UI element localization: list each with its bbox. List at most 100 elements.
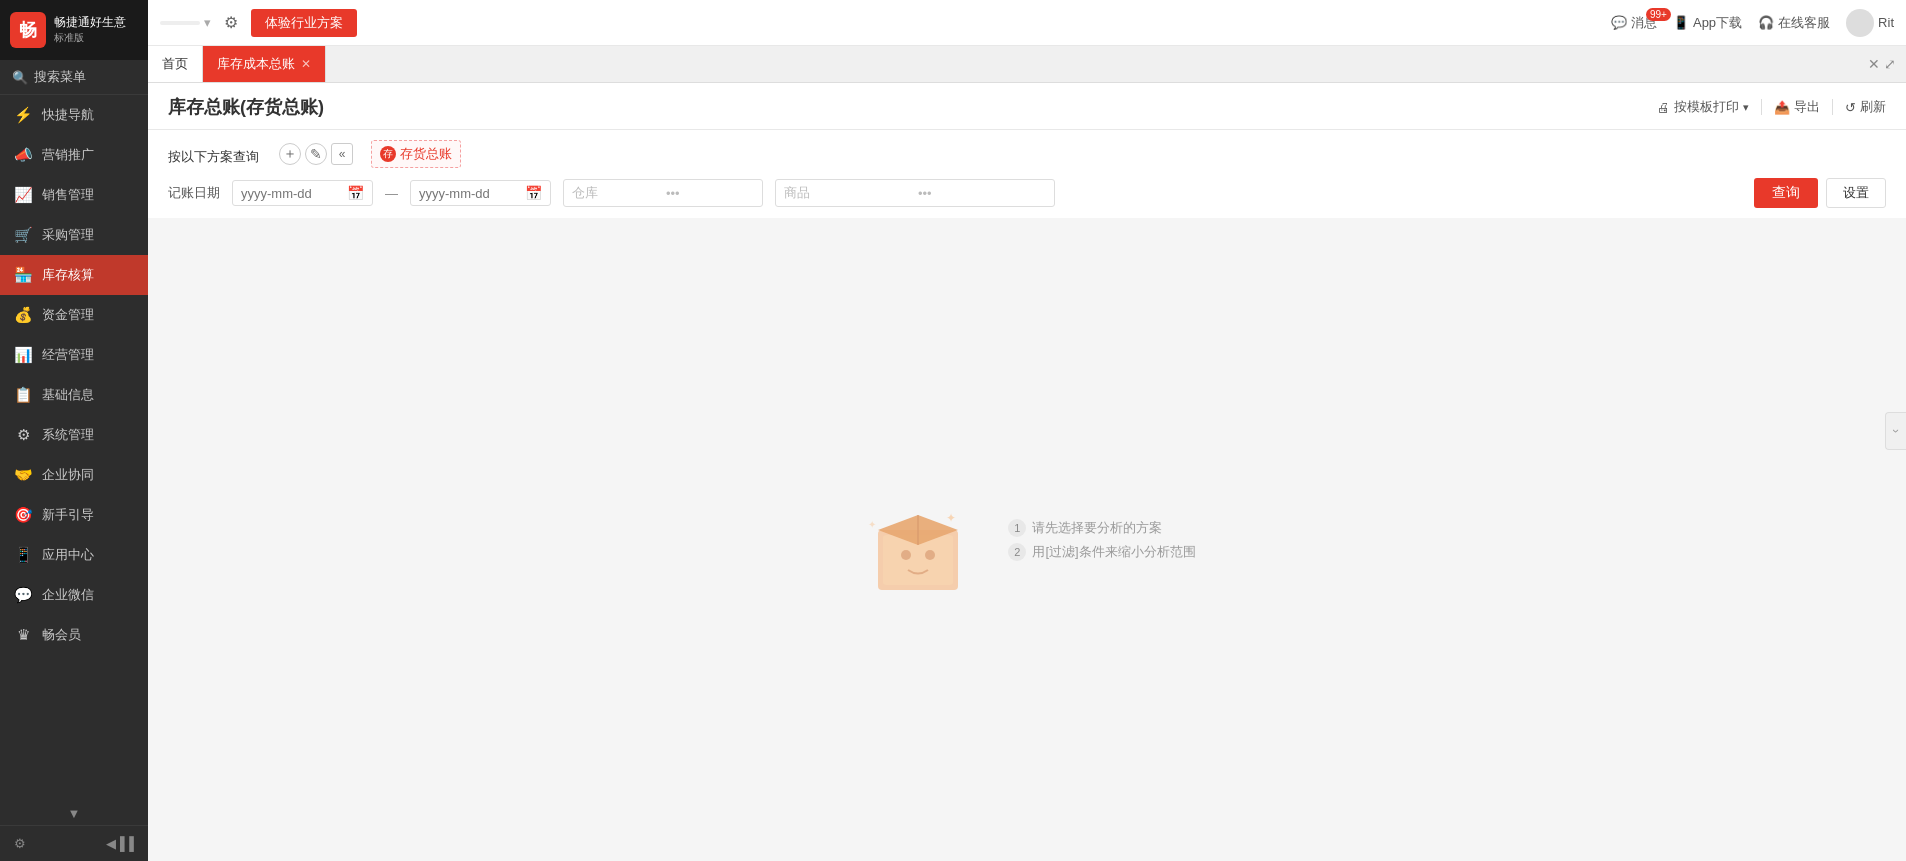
date-end-input[interactable]: 📅 xyxy=(410,180,551,206)
date-field-label: 记账日期 xyxy=(168,184,220,202)
product-select[interactable]: 商品 ••• xyxy=(775,179,1055,207)
scheme-item[interactable]: 存 存货总账 xyxy=(371,140,461,168)
nav-label: 经营管理 xyxy=(42,346,94,364)
sidebar-item-system[interactable]: ⚙ 系统管理 xyxy=(0,415,148,455)
quick-nav-icon: ⚡ xyxy=(14,106,32,124)
sidebar-item-finance[interactable]: 💰 资金管理 xyxy=(0,295,148,335)
sidebar-item-quick-nav[interactable]: ⚡ 快捷导航 xyxy=(0,95,148,135)
svg-point-4 xyxy=(901,550,911,560)
step2-num: 2 xyxy=(1008,543,1026,561)
right-panel-expand-btn[interactable]: › xyxy=(1885,412,1906,450)
sidebar-item-app-center[interactable]: 📱 应用中心 xyxy=(0,535,148,575)
sidebar-item-operation[interactable]: 📊 经营管理 xyxy=(0,335,148,375)
message-button[interactable]: 💬 消息 99+ xyxy=(1611,14,1657,32)
warehouse-select[interactable]: 仓库 ••• xyxy=(563,179,763,207)
user-name: Rit xyxy=(1878,15,1894,30)
main-content: ▾ ⚙ 体验行业方案 💬 消息 99+ 📱 App下载 🎧 在线客服 Rit xyxy=(148,0,1906,861)
date-end-field[interactable] xyxy=(419,186,519,201)
user-menu[interactable]: Rit xyxy=(1846,9,1894,37)
divider1 xyxy=(1761,99,1762,115)
filter-add-button[interactable]: ＋ xyxy=(279,143,301,165)
warehouse-more-icon: ••• xyxy=(666,186,754,201)
sidebar-item-cooperation[interactable]: 🤝 企业协同 xyxy=(0,455,148,495)
print-icon: 🖨 xyxy=(1657,100,1670,115)
app-download-icon: 📱 xyxy=(1673,15,1689,30)
nav-label: 销售管理 xyxy=(42,186,94,204)
calendar-start-icon[interactable]: 📅 xyxy=(347,185,364,201)
right-panel-toggle: › xyxy=(1885,412,1906,450)
sidebar-item-inventory[interactable]: 🏪 库存核算 xyxy=(0,255,148,295)
nav-label: 基础信息 xyxy=(42,386,94,404)
breadcrumb-text xyxy=(160,21,200,25)
nav-label: 营销推广 xyxy=(42,146,94,164)
sidebar-item-basic[interactable]: 📋 基础信息 xyxy=(0,375,148,415)
scheme-label: 存货总账 xyxy=(400,145,452,163)
page-title: 库存总账(存货总账) xyxy=(168,95,324,119)
empty-illustration: ✦ ✦ xyxy=(858,480,978,600)
search-label: 搜索菜单 xyxy=(34,68,86,86)
sidebar-item-guide[interactable]: 🎯 新手引导 xyxy=(0,495,148,535)
app-version: 标准版 xyxy=(54,31,126,45)
divider2 xyxy=(1832,99,1833,115)
filter-controls-row: 记账日期 📅 — 📅 仓库 ••• 商品 ••• xyxy=(148,174,1906,218)
topbar-nav-area: ▾ ⚙ 体验行业方案 xyxy=(160,9,1603,37)
topbar-gear-icon[interactable]: ⚙ xyxy=(217,9,245,37)
finance-icon: 💰 xyxy=(14,306,32,324)
industry-solution-button[interactable]: 体验行业方案 xyxy=(251,9,357,37)
hint1-text: 请先选择要分析的方案 xyxy=(1032,519,1162,537)
tab-home-label: 首页 xyxy=(162,55,188,73)
tab-inventory-cost[interactable]: 库存成本总账 ✕ xyxy=(203,46,326,82)
app-download-button[interactable]: 📱 App下载 xyxy=(1673,14,1742,32)
nav-label: 库存核算 xyxy=(42,266,94,284)
settings-footer-icon[interactable]: ⚙ xyxy=(14,836,26,851)
online-service-button[interactable]: 🎧 在线客服 xyxy=(1758,14,1830,32)
svg-text:✦: ✦ xyxy=(868,519,876,530)
filter-collapse-button[interactable]: « xyxy=(331,143,353,165)
volume-icon[interactable]: ◀▐▐ xyxy=(106,836,134,851)
nav-label: 新手引导 xyxy=(42,506,94,524)
settings-button[interactable]: 设置 xyxy=(1826,178,1886,208)
filter-label: 按以下方案查询 xyxy=(168,142,259,166)
member-icon: ♛ xyxy=(14,626,32,644)
app-name: 畅捷通好生意 xyxy=(54,15,126,31)
sales-icon: 📈 xyxy=(14,186,32,204)
query-button[interactable]: 查询 xyxy=(1754,178,1818,208)
breadcrumb-arrow-icon: ▾ xyxy=(204,15,211,30)
product-placeholder: 商品 xyxy=(784,184,912,202)
tab-panel-expand-icon[interactable]: ⤢ xyxy=(1884,56,1896,72)
inventory-icon: 🏪 xyxy=(14,266,32,284)
empty-state: ✦ ✦ 1 请先选择要分析的方案 2 用[过滤]条件来缩小分析范围 xyxy=(148,218,1906,861)
message-icon: 💬 xyxy=(1611,15,1627,30)
sidebar-item-marketing[interactable]: 📣 营销推广 xyxy=(0,135,148,175)
search-icon: 🔍 xyxy=(12,70,28,85)
marketing-icon: 📣 xyxy=(14,146,32,164)
tab-panel-close-icon[interactable]: ✕ xyxy=(1868,56,1880,72)
service-label: 在线客服 xyxy=(1778,14,1830,32)
sidebar-item-purchase[interactable]: 🛒 采购管理 xyxy=(0,215,148,255)
date-start-field[interactable] xyxy=(241,186,341,201)
tab-close-icon[interactable]: ✕ xyxy=(301,57,311,71)
breadcrumb: ▾ xyxy=(160,15,211,30)
calendar-end-icon[interactable]: 📅 xyxy=(525,185,542,201)
refresh-button[interactable]: ↺ 刷新 xyxy=(1845,98,1886,116)
sidebar-nav: ⚡ 快捷导航 📣 营销推广 📈 销售管理 🛒 采购管理 🏪 库存核算 💰 资金管… xyxy=(0,95,148,802)
sidebar-scroll-down[interactable]: ▼ xyxy=(0,802,148,825)
filter-edit-button[interactable]: ✎ xyxy=(305,143,327,165)
export-button[interactable]: 📤 导出 xyxy=(1774,98,1820,116)
user-avatar xyxy=(1846,9,1874,37)
sidebar-item-sales[interactable]: 📈 销售管理 xyxy=(0,175,148,215)
sidebar: 畅 畅捷通好生意 标准版 🔍 搜索菜单 ⚡ 快捷导航 📣 营销推广 📈 销售管理… xyxy=(0,0,148,861)
sidebar-search[interactable]: 🔍 搜索菜单 xyxy=(0,60,148,95)
basic-icon: 📋 xyxy=(14,386,32,404)
date-start-input[interactable]: 📅 xyxy=(232,180,373,206)
export-label: 导出 xyxy=(1794,98,1820,116)
nav-label: 企业微信 xyxy=(42,586,94,604)
print-button[interactable]: 🖨 按模板打印 ▾ xyxy=(1657,98,1749,116)
date-separator: — xyxy=(385,186,398,201)
tab-home[interactable]: 首页 xyxy=(148,46,203,82)
sidebar-item-wechat[interactable]: 💬 企业微信 xyxy=(0,575,148,615)
logo-icon: 畅 xyxy=(10,12,46,48)
tab-inventory-cost-label: 库存成本总账 xyxy=(217,55,295,73)
sidebar-item-member[interactable]: ♛ 畅会员 xyxy=(0,615,148,655)
system-icon: ⚙ xyxy=(14,426,32,444)
